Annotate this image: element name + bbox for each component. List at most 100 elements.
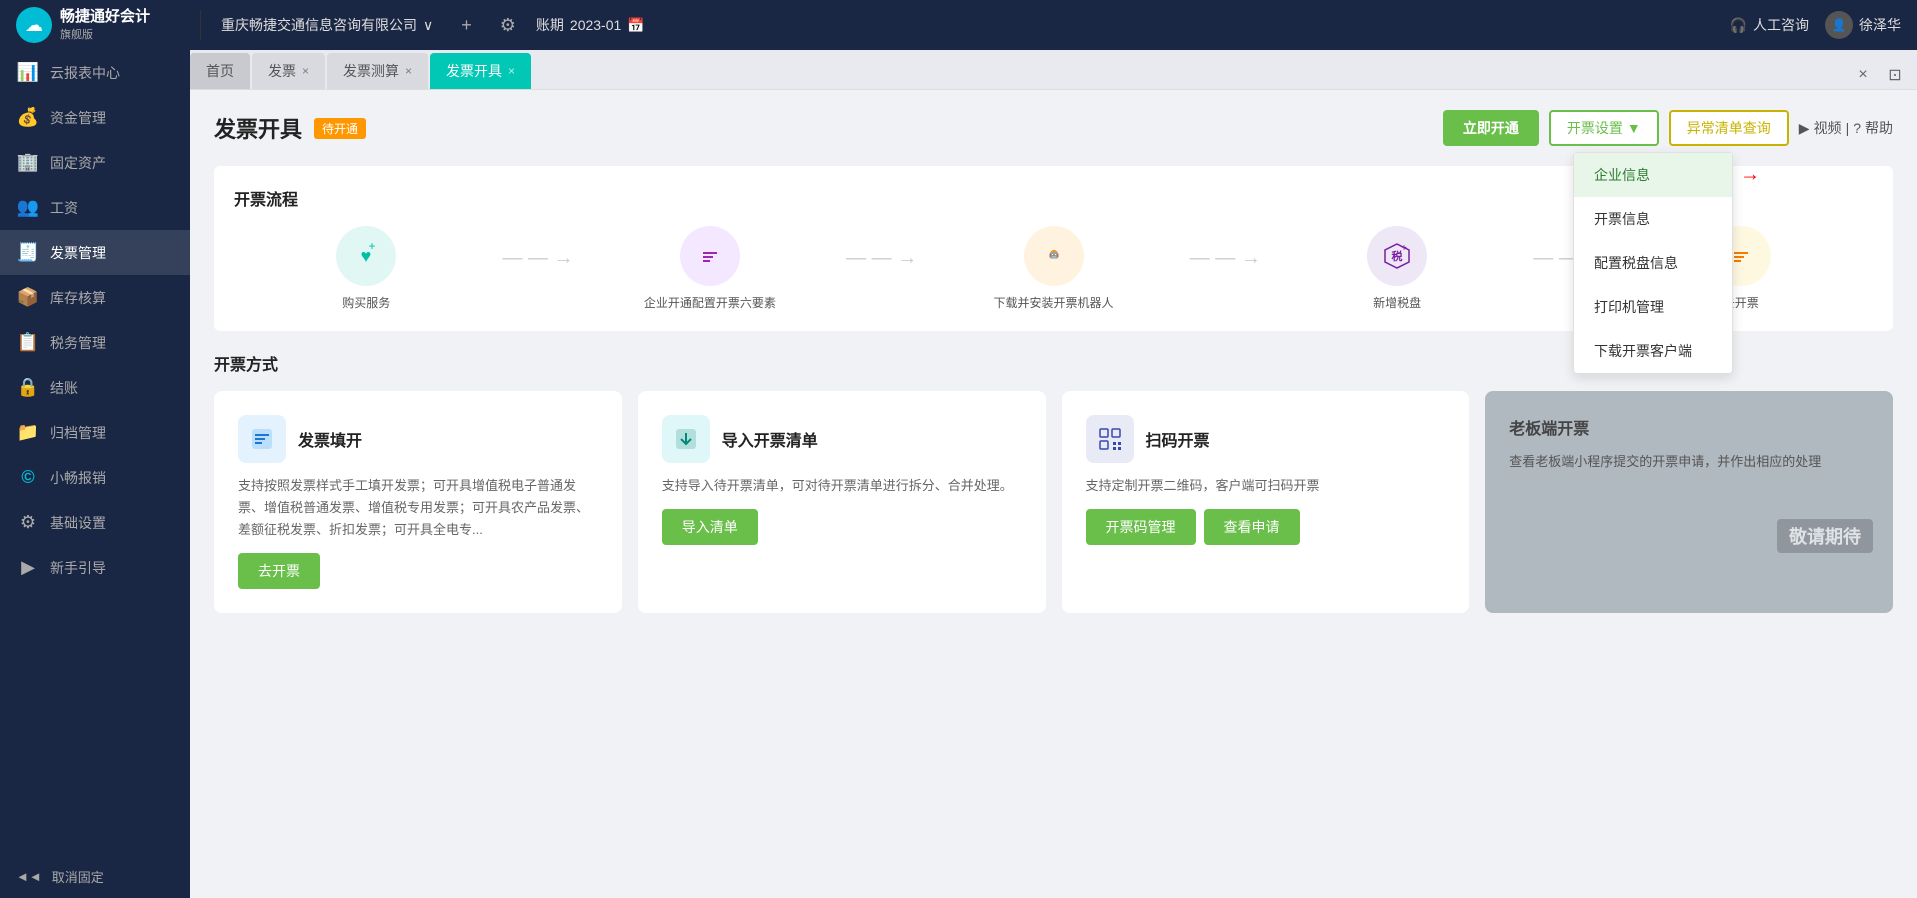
step3-icon: 🤖 — [1024, 226, 1084, 286]
tax-icon: 📋 — [16, 332, 40, 353]
chart-icon: 📊 — [16, 62, 40, 83]
sidebar-bottom: ◄◄ 取消固定 — [0, 855, 190, 898]
sidebar-item-guidang[interactable]: 📁 归档管理 — [0, 410, 190, 455]
tab-close-icon[interactable]: × — [405, 64, 412, 78]
settings-icon[interactable]: ⚙ — [492, 11, 524, 40]
status-badge: 待开通 — [314, 118, 366, 139]
method-card-boss: 老板端开票 查看老板端小程序提交的开票申请，并作出相应的处理 敬请期待 — [1485, 391, 1893, 613]
top-divider — [200, 10, 201, 40]
support-area[interactable]: 🎧 人工咨询 — [1730, 15, 1809, 35]
flow-step-2: 企业开通配置开票六要素 — [578, 226, 843, 311]
tab-close-icon[interactable]: × — [302, 64, 309, 78]
dropdown-item-invoice-info[interactable]: 开票信息 — [1574, 197, 1732, 241]
sidebar-item-label: 税务管理 — [50, 333, 106, 353]
sidebar: 📊 云报表中心 💰 资金管理 🏢 固定资产 👥 工资 🧾 发票管理 📦 — [0, 50, 190, 898]
scan-buttons: 开票码管理 查看申请 — [1086, 509, 1446, 545]
app-name: 畅捷通好会计 — [60, 8, 150, 26]
sidebar-item-xiaochangbaoxiao[interactable]: © 小畅报销 — [0, 455, 190, 500]
tab-close-icon[interactable]: × — [508, 64, 515, 78]
scan-manage-btn[interactable]: 开票码管理 — [1086, 509, 1196, 545]
flow-arrow-3: — — → — [1190, 247, 1261, 290]
help-label: 帮助 — [1865, 118, 1893, 138]
dropdown-item-printer[interactable]: 打印机管理 — [1574, 285, 1732, 329]
svg-text:+: + — [1401, 243, 1407, 254]
sidebar-item-label: 资金管理 — [50, 108, 106, 128]
sidebar-item-cancel[interactable]: ◄◄ 取消固定 — [0, 855, 190, 898]
import-btn[interactable]: 导入清单 — [662, 509, 758, 545]
step1-label: 购买服务 — [342, 294, 390, 311]
tab-close-button[interactable]: × — [1849, 61, 1877, 89]
sidebar-item-label: 归档管理 — [50, 423, 106, 443]
tab-home[interactable]: 首页 — [190, 53, 250, 89]
folder-icon: 📁 — [16, 422, 40, 443]
settings-label: 开票设置 — [1567, 118, 1623, 138]
sidebar-item-shuiwu[interactable]: 📋 税务管理 — [0, 320, 190, 365]
boss-title: 老板端开票 — [1509, 415, 1589, 439]
svg-text:🤖: 🤖 — [1049, 249, 1059, 259]
import-title: 导入开票清单 — [722, 427, 818, 451]
method-header-boss: 老板端开票 — [1509, 415, 1869, 439]
sidebar-item-gongzi[interactable]: 👥 工资 — [0, 185, 190, 230]
add-button[interactable]: + — [453, 11, 480, 40]
c-icon: © — [16, 467, 40, 488]
sidebar-item-xinshou[interactable]: ▶ 新手引导 — [0, 545, 190, 590]
dropdown-label: 开票信息 — [1594, 211, 1650, 227]
user-area[interactable]: 👤 徐泽华 — [1825, 11, 1901, 39]
boss-badge: 敬请期待 — [1777, 519, 1873, 553]
sidebar-item-yunbao[interactable]: 📊 云报表中心 — [0, 50, 190, 95]
company-selector[interactable]: 重庆畅捷交通信息咨询有限公司 ∨ — [213, 11, 441, 39]
scan-title: 扫码开票 — [1146, 427, 1210, 451]
tabs-bar: 首页 发票 × 发票测算 × 发票开具 × × ⊡ — [190, 50, 1917, 90]
settings-dropdown: 企业信息 → 开票信息 配置税盘信息 打印机管理 — [1573, 152, 1733, 374]
tab-maximize-button[interactable]: ⊡ — [1881, 61, 1909, 89]
headset-icon: 🎧 — [1730, 17, 1747, 34]
app-badge: 旗舰版 — [60, 26, 150, 42]
dropdown-item-download[interactable]: 下载开票客户端 — [1574, 329, 1732, 373]
tab-fapiao[interactable]: 发票 × — [252, 53, 325, 89]
sidebar-item-jichu[interactable]: ⚙ 基础设置 — [0, 500, 190, 545]
top-right: 🎧 人工咨询 👤 徐泽华 — [1730, 11, 1901, 39]
tab-fapiao-kaiju[interactable]: 发票开具 × — [430, 53, 531, 89]
sidebar-item-jiezhang[interactable]: 🔒 结账 — [0, 365, 190, 410]
fill-btn[interactable]: 去开票 — [238, 553, 320, 589]
tab-label: 发票测算 — [343, 61, 399, 81]
support-label: 人工咨询 — [1753, 15, 1809, 35]
sidebar-item-fapiao[interactable]: 🧾 发票管理 — [0, 230, 190, 275]
method-header-import: 导入开票清单 — [662, 415, 1022, 463]
sidebar-item-label: 工资 — [50, 198, 78, 218]
scan-apply-btn[interactable]: 查看申请 — [1204, 509, 1300, 545]
box-icon: 📦 — [16, 287, 40, 308]
tab-fapiao-cesuan[interactable]: 发票测算 × — [327, 53, 428, 89]
sidebar-item-label: 新手引导 — [50, 558, 106, 578]
dropdown-label: 下载开票客户端 — [1594, 343, 1692, 359]
calendar-icon[interactable]: 📅 — [627, 17, 644, 34]
divider: | — [1846, 120, 1850, 136]
abnormal-button[interactable]: 异常清单查询 — [1669, 110, 1789, 146]
period-label: 账期 — [536, 15, 564, 35]
dropdown-item-tax-config[interactable]: 配置税盘信息 — [1574, 241, 1732, 285]
method-header-fill: 发票填开 — [238, 415, 598, 463]
sidebar-item-kucun[interactable]: 📦 库存核算 — [0, 275, 190, 320]
question-icon: ? — [1853, 120, 1861, 136]
red-arrow-icon: → — [1740, 164, 1760, 187]
dropdown-label: 配置税盘信息 — [1594, 255, 1678, 271]
company-name: 重庆畅捷交通信息咨询有限公司 — [221, 15, 417, 35]
scan-icon — [1086, 415, 1134, 463]
sidebar-item-label: 结账 — [50, 378, 78, 398]
import-desc: 支持导入待开票清单，可对待开票清单进行拆分、合并处理。 — [662, 475, 1022, 497]
flow-arrow-2: — — → — [846, 247, 917, 290]
settings-button[interactable]: 开票设置 ▼ — [1549, 110, 1659, 146]
video-help-area[interactable]: ▶ 视频 | ? 帮助 — [1799, 118, 1893, 138]
page-title: 发票开具 — [214, 112, 302, 144]
step4-icon: 税+ — [1367, 226, 1427, 286]
sidebar-item-label: 发票管理 — [50, 243, 106, 263]
page-content: 发票开具 待开通 立即开通 开票设置 ▼ 异常清单查询 ▶ 视频 | — [190, 90, 1917, 898]
flow-step-1: ♥+ 购买服务 — [234, 226, 499, 311]
method-card-scan: 扫码开票 支持定制开票二维码，客户端可扫码开票 开票码管理 查看申请 — [1062, 391, 1470, 613]
sidebar-item-gudingzichan[interactable]: 🏢 固定资产 — [0, 140, 190, 185]
dropdown-item-company[interactable]: 企业信息 → — [1574, 153, 1732, 197]
step2-label: 企业开通配置开票六要素 — [644, 294, 776, 311]
sidebar-item-zijin[interactable]: 💰 资金管理 — [0, 95, 190, 140]
activate-button[interactable]: 立即开通 — [1443, 110, 1539, 146]
dropdown-label: 企业信息 — [1594, 167, 1650, 183]
